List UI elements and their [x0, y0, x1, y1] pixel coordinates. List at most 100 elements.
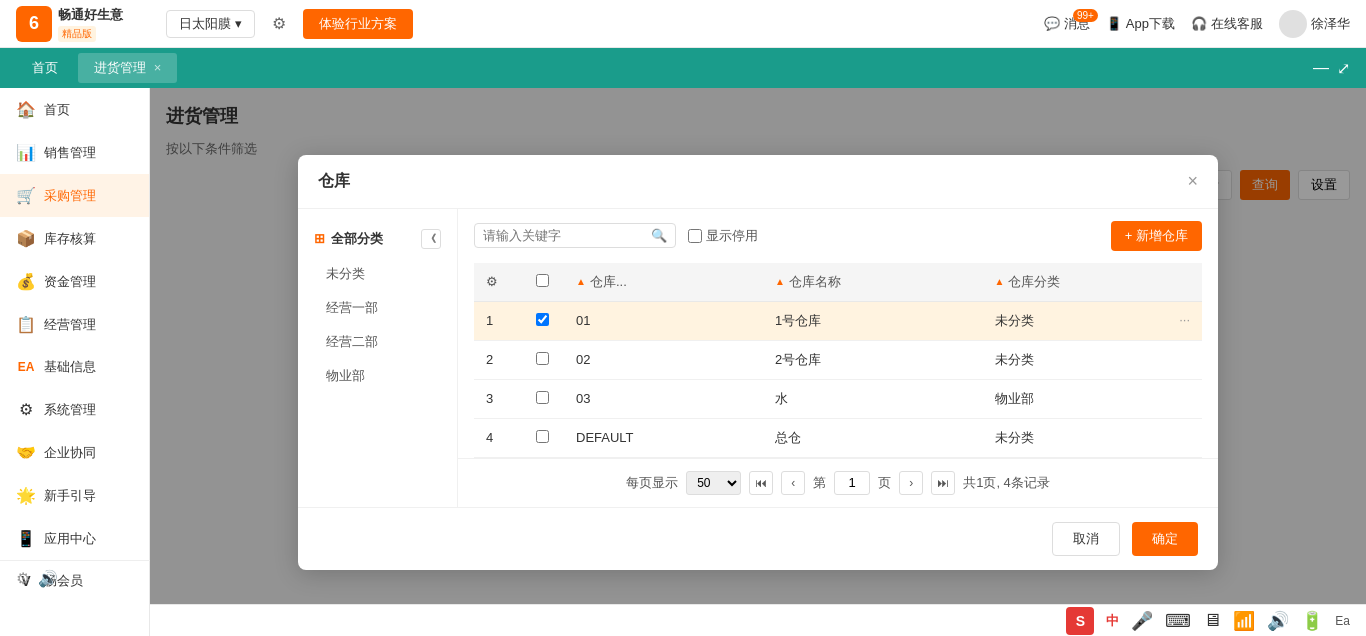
tab-home[interactable]: 首页 — [16, 53, 74, 83]
tab-close-purchase[interactable]: × — [154, 60, 162, 75]
table-row[interactable]: 4 DEFAULT 总仓 未分类 — [474, 418, 1202, 457]
online-service-item[interactable]: 🎧 在线客服 — [1191, 15, 1263, 33]
second-nav: 首页 进货管理 × — ⤢ — [0, 48, 1366, 88]
sidebar-item-inventory[interactable]: 📦 库存核算 — [0, 217, 149, 260]
user-avatar[interactable]: 徐泽华 — [1279, 10, 1350, 38]
bottom-bar: S 中 🎤 ⌨ 🖥 📶 🔊 🔋 Ea — [150, 604, 1366, 636]
sidebar-bottom-icon1[interactable]: ⚙ — [16, 569, 30, 588]
row-checkbox[interactable] — [536, 313, 549, 326]
show-disabled-label: 显示停用 — [706, 227, 758, 245]
sidebar-item-enterprise[interactable]: 🤝 企业协同 — [0, 431, 149, 474]
logo-area: 6 畅通好生意 精品版 — [16, 6, 166, 42]
nav-minus-icon[interactable]: — — [1313, 59, 1329, 78]
tab-purchase[interactable]: 进货管理 × — [78, 53, 177, 83]
app-download-item[interactable]: 📱 App下载 — [1106, 15, 1175, 33]
category-item-dept1[interactable]: 经营一部 — [298, 291, 457, 325]
finance-icon: 💰 — [16, 272, 36, 291]
sidebar-item-basic-info[interactable]: EA 基础信息 — [0, 346, 149, 388]
sidebar-item-guide[interactable]: 🌟 新手引导 — [0, 474, 149, 517]
system-icon: ⚙ — [16, 400, 36, 419]
cancel-button[interactable]: 取消 — [1052, 522, 1120, 556]
search-input[interactable] — [483, 228, 651, 243]
main-layout: 🏠 首页 📊 销售管理 🛒 采购管理 📦 库存核算 💰 资金管理 📋 经营管理 … — [0, 88, 1366, 636]
page-prev-button[interactable]: ‹ — [781, 471, 805, 495]
table-row[interactable]: 1 01 1号仓库 未分类 ··· — [474, 301, 1202, 340]
avatar — [1279, 10, 1307, 38]
sidebar-item-app[interactable]: 📱 应用中心 — [0, 517, 149, 560]
th-checkbox — [524, 263, 564, 302]
th-name: ▲ 仓库名称 — [763, 263, 982, 302]
message-item[interactable]: 💬 消息 99+ — [1044, 15, 1090, 33]
confirm-button[interactable]: 确定 — [1132, 522, 1198, 556]
trial-button[interactable]: 体验行业方案 — [303, 9, 413, 39]
microphone-icon[interactable]: 🎤 — [1131, 610, 1153, 632]
enterprise-icon: 🤝 — [16, 443, 36, 462]
total-info: 共1页, 4条记录 — [963, 474, 1050, 492]
modal-footer: 取消 确定 — [298, 507, 1218, 570]
sidebar-bottom-icon2[interactable]: 🔊 — [38, 569, 58, 588]
purchase-icon: 🛒 — [16, 186, 36, 205]
store-select[interactable]: 日太阳膜 ▾ — [166, 10, 255, 38]
chinese-input-icon[interactable]: 中 — [1106, 612, 1119, 630]
modal-toolbar: 🔍 显示停用 + 新增仓库 — [458, 209, 1218, 263]
row-checkbox[interactable] — [536, 430, 549, 443]
add-warehouse-button[interactable]: + 新增仓库 — [1111, 221, 1202, 251]
basic-info-icon: EA — [16, 360, 36, 374]
th-settings: ⚙ — [474, 263, 524, 302]
nav-expand-icon[interactable]: ⤢ — [1337, 59, 1350, 78]
operation-icon: 📋 — [16, 315, 36, 334]
header-right: 💬 消息 99+ 📱 App下载 🎧 在线客服 徐泽华 — [1044, 10, 1350, 38]
keyboard-icon[interactable]: ⌨ — [1165, 610, 1191, 632]
logo-text: 畅通好生意 精品版 — [58, 6, 123, 42]
sales-icon: 📊 — [16, 143, 36, 162]
ea-label: Ea — [1335, 614, 1350, 628]
modal-title: 仓库 — [318, 171, 350, 192]
settings-button[interactable]: ⚙ — [263, 8, 295, 40]
sidebar-item-operation[interactable]: 📋 经营管理 — [0, 303, 149, 346]
category-item-unclassified[interactable]: 未分类 — [298, 257, 457, 291]
logo-icon: 6 — [16, 6, 52, 42]
modal-body: ⊞ 全部分类 《 未分类 经营一部 经营二部 物业部 — [298, 209, 1218, 507]
th-category: ▲ 仓库分类 — [983, 263, 1202, 302]
modal-overlay: 仓库 × ⊞ 全部分类 《 未分类 — [150, 88, 1366, 636]
main-content: 进货管理 按以下条件筛选 印 ▼ 导出 刷新 查询 设置 仓库 × — [150, 88, 1366, 636]
page-number-input[interactable] — [834, 471, 870, 495]
table-row[interactable]: 2 02 2号仓库 未分类 — [474, 340, 1202, 379]
search-icon[interactable]: 🔍 — [651, 228, 667, 243]
modal-category-panel: ⊞ 全部分类 《 未分类 经营一部 经营二部 物业部 — [298, 209, 458, 507]
th-name-sort-icon: ▲ — [775, 276, 785, 287]
row-checkbox[interactable] — [536, 391, 549, 404]
sidebar-item-purchase[interactable]: 🛒 采购管理 — [0, 174, 149, 217]
inventory-icon: 📦 — [16, 229, 36, 248]
th-category-sort-icon: ▲ — [995, 276, 1005, 287]
shuang-logo: S — [1066, 607, 1094, 635]
page-first-button[interactable]: ⏮ — [749, 471, 773, 495]
collapse-panel-button[interactable]: 《 — [421, 229, 441, 249]
sidebar-item-system[interactable]: ⚙ 系统管理 — [0, 388, 149, 431]
sidebar-item-finance[interactable]: 💰 资金管理 — [0, 260, 149, 303]
th-code-sort-icon: ▲ — [576, 276, 586, 287]
sidebar-item-home[interactable]: 🏠 首页 — [0, 88, 149, 131]
show-disabled-checkbox[interactable] — [688, 229, 702, 243]
category-header[interactable]: ⊞ 全部分类 《 — [298, 221, 457, 257]
per-page-select[interactable]: 50 20 100 — [686, 471, 741, 495]
warehouse-table: ⚙ ▲ 仓库... — [458, 263, 1218, 458]
row-checkbox[interactable] — [536, 352, 549, 365]
top-header: 6 畅通好生意 精品版 日太阳膜 ▾ ⚙ 体验行业方案 💬 消息 99+ 📱 A… — [0, 0, 1366, 48]
header-nav: 日太阳膜 ▾ ⚙ 体验行业方案 — [166, 8, 1044, 40]
category-item-dept2[interactable]: 经营二部 — [298, 325, 457, 359]
show-disabled-wrap: 显示停用 — [688, 227, 758, 245]
row-action-icon[interactable]: ··· — [1179, 312, 1190, 327]
sidebar-item-sales[interactable]: 📊 销售管理 — [0, 131, 149, 174]
modal-close-button[interactable]: × — [1187, 171, 1198, 192]
category-item-property[interactable]: 物业部 — [298, 359, 457, 393]
pagination: 每页显示 50 20 100 ⏮ ‹ 第 页 › — [458, 458, 1218, 507]
speaker-icon[interactable]: 🔊 — [1267, 610, 1289, 632]
select-all-checkbox[interactable] — [536, 274, 549, 287]
monitor-icon[interactable]: 🖥 — [1203, 610, 1221, 631]
battery-icon: 🔋 — [1301, 610, 1323, 632]
table-row[interactable]: 3 03 水 物业部 — [474, 379, 1202, 418]
page-last-button[interactable]: ⏭ — [931, 471, 955, 495]
page-next-button[interactable]: › — [899, 471, 923, 495]
all-categories-label: 全部分类 — [331, 230, 383, 248]
